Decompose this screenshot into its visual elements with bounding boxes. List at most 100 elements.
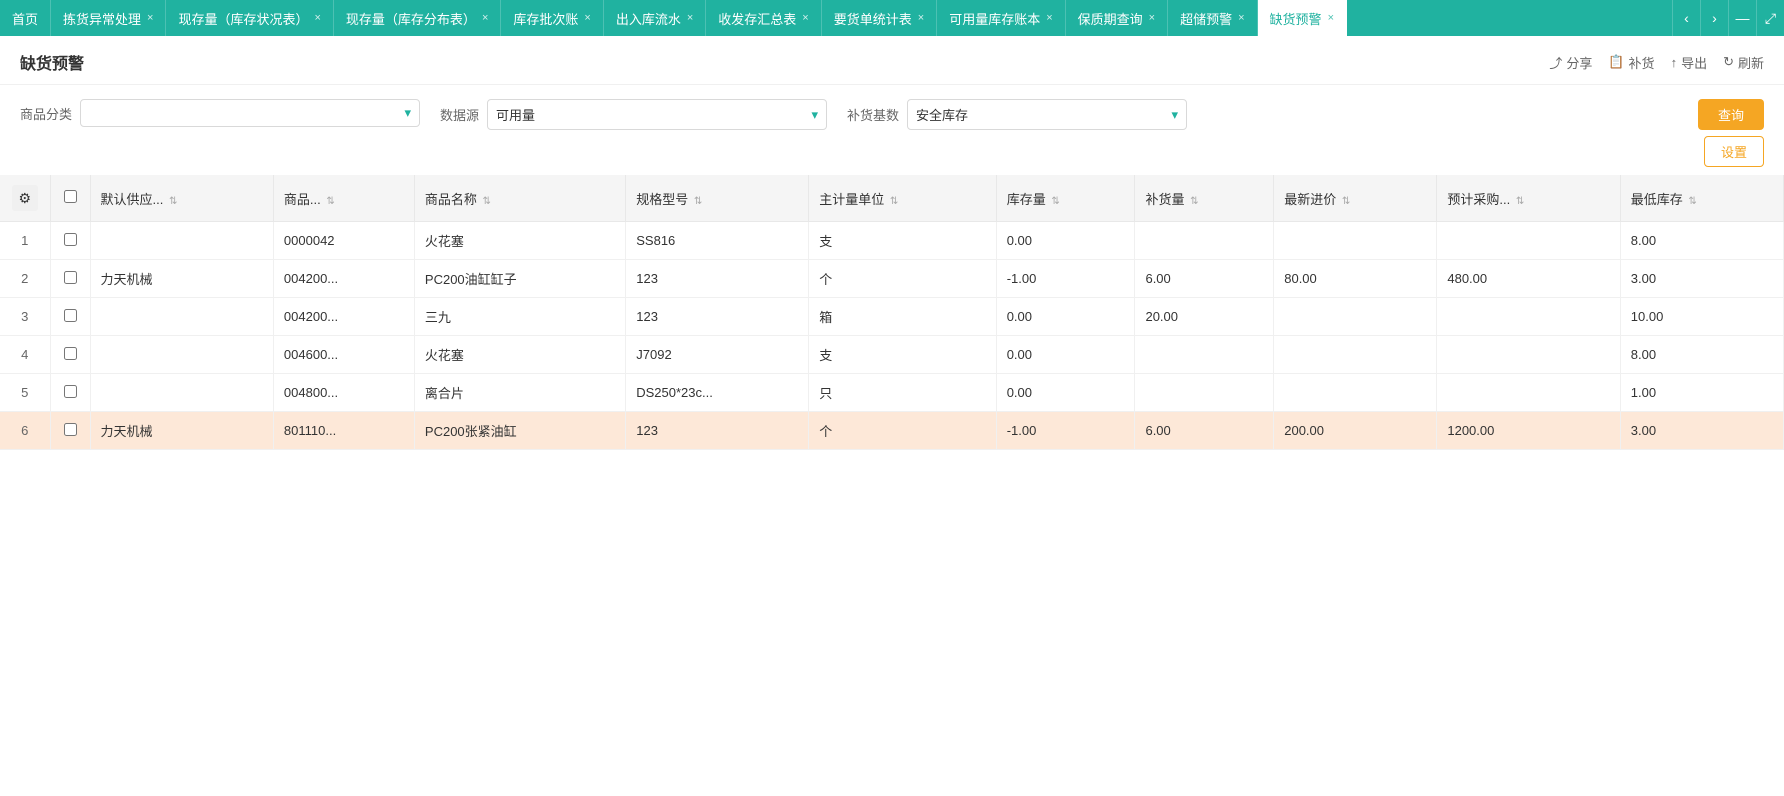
th-est-purchase[interactable]: 预计采购... ⇅ [1437,175,1620,222]
tab-shortage[interactable]: 缺货预警 × [1258,0,1347,36]
row-checkbox-1[interactable] [64,271,77,284]
th-product-code-label: 商品... [284,192,321,207]
cell-code-4: 004800... [273,374,414,412]
table-row: 6 力天机械 801110... PC200张紧油缸 123 个 -1.00 6… [0,412,1784,450]
cell-name-3: 火花塞 [414,336,625,374]
tab-close-shortage[interactable]: × [1328,12,1334,24]
th-min-stock[interactable]: 最低库存 ⇅ [1620,175,1783,222]
cell-spec-1: 123 [626,260,809,298]
table-row: 3 004200... 三九 123 箱 0.00 20.00 10.00 [0,298,1784,336]
refresh-button[interactable]: ↻ 刷新 [1723,53,1764,72]
th-replenish-qty-sort-icon: ⇅ [1190,196,1198,207]
tab-close-order-stats[interactable]: × [918,12,924,24]
export-button[interactable]: ↑ 导出 [1671,53,1708,72]
row-checkbox-0[interactable] [64,233,77,246]
base-select[interactable]: 安全库存 ▾ [907,99,1187,130]
th-supplier[interactable]: 默认供应... ⇅ [90,175,273,222]
tab-close-expiry-query[interactable]: × [1149,12,1155,24]
cell-cb-4[interactable] [50,374,90,412]
th-spec-label: 规格型号 [636,192,688,207]
tab-expiry-query[interactable]: 保质期查询 × [1066,0,1168,36]
base-dropdown-icon: ▾ [1172,107,1179,123]
th-product-code[interactable]: 商品... ⇅ [273,175,414,222]
cell-stock-3: 0.00 [996,336,1135,374]
tab-nav-minimize[interactable]: — [1728,0,1756,36]
tab-inventory-status[interactable]: 现存量（库存状况表） × [166,0,333,36]
tab-home[interactable]: 首页 [0,0,51,36]
cell-name-5: PC200张紧油缸 [414,412,625,450]
tab-close-inout-flow[interactable]: × [687,12,693,24]
cell-name-0: 火花塞 [414,222,625,260]
tab-overstock[interactable]: 超储预警 × [1168,0,1257,36]
category-select[interactable]: ▾ [80,99,420,127]
cell-code-0: 0000042 [273,222,414,260]
th-product-name[interactable]: 商品名称 ⇅ [414,175,625,222]
th-product-name-label: 商品名称 [425,192,477,207]
cell-replenish-4 [1135,374,1274,412]
cell-supplier-5: 力天机械 [90,412,273,450]
cell-no-5: 6 [0,412,50,450]
cell-latest-price-0 [1274,222,1437,260]
base-label: 补货基数 [847,105,899,124]
tab-inventory-dist[interactable]: 现存量（库存分布表） × [334,0,501,36]
row-checkbox-3[interactable] [64,347,77,360]
th-product-name-sort-icon: ⇅ [483,196,491,207]
tab-available-account[interactable]: 可用量库存账本 × [937,0,1065,36]
cell-name-1: PC200油缸缸子 [414,260,625,298]
replenish-icon: 📋 [1608,54,1624,70]
th-spec[interactable]: 规格型号 ⇅ [626,175,809,222]
cell-cb-0[interactable] [50,222,90,260]
th-replenish-qty[interactable]: 补货量 ⇅ [1135,175,1274,222]
tab-inout-flow[interactable]: 出入库流水 × [604,0,706,36]
tab-close-recv-summary[interactable]: × [802,12,808,24]
row-checkbox-4[interactable] [64,385,77,398]
cell-est-purchase-5: 1200.00 [1437,412,1620,450]
th-latest-price[interactable]: 最新进价 ⇅ [1274,175,1437,222]
tab-close-overstock[interactable]: × [1238,12,1244,24]
cell-replenish-2: 20.00 [1135,298,1274,336]
cell-min-stock-4: 1.00 [1620,374,1783,412]
cell-cb-5[interactable] [50,412,90,450]
tab-nav-prev[interactable]: ‹ [1672,0,1700,36]
select-all-checkbox[interactable] [64,190,77,203]
category-filter-group: 商品分类 ▾ [20,99,420,127]
cell-stock-1: -1.00 [996,260,1135,298]
tab-abnormal[interactable]: 拣货异常处理 × [51,0,166,36]
tab-close-batch-account[interactable]: × [584,12,590,24]
share-button[interactable]: ⤴ 分享 [1549,53,1592,72]
page-title: 缺货预警 [20,50,84,74]
tab-batch-account[interactable]: 库存批次账 × [501,0,603,36]
base-value: 安全库存 [916,105,968,124]
th-latest-price-label: 最新进价 [1284,192,1336,207]
row-checkbox-5[interactable] [64,423,77,436]
cell-min-stock-5: 3.00 [1620,412,1783,450]
cell-cb-2[interactable] [50,298,90,336]
table-row: 5 004800... 离合片 DS250*23c... 只 0.00 1.00 [0,374,1784,412]
datasource-select[interactable]: 可用量 ▾ [487,99,827,130]
category-label: 商品分类 [20,104,72,123]
tab-nav-maximize[interactable]: ⤢ [1756,0,1784,36]
cell-cb-3[interactable] [50,336,90,374]
tab-close-abnormal[interactable]: × [147,12,153,24]
th-est-purchase-label: 预计采购... [1447,192,1510,207]
cell-unit-1: 个 [809,260,997,298]
tab-close-inventory-dist[interactable]: × [482,12,488,24]
tab-nav-next[interactable]: › [1700,0,1728,36]
th-unit-sort-icon: ⇅ [890,196,898,207]
tab-close-inventory-status[interactable]: × [314,12,320,24]
cell-est-purchase-3 [1437,336,1620,374]
cell-supplier-1: 力天机械 [90,260,273,298]
th-unit[interactable]: 主计量单位 ⇅ [809,175,997,222]
tab-order-stats[interactable]: 要货单统计表 × [822,0,937,36]
settings-button[interactable]: 设置 [1704,136,1764,167]
row-checkbox-2[interactable] [64,309,77,322]
replenish-button[interactable]: 📋 补货 [1608,53,1654,72]
cell-latest-price-3 [1274,336,1437,374]
cell-supplier-2 [90,298,273,336]
gear-settings-button[interactable]: ⚙ [12,185,38,211]
th-stock[interactable]: 库存量 ⇅ [996,175,1135,222]
tab-close-available-account[interactable]: × [1046,12,1052,24]
tab-recv-summary[interactable]: 收发存汇总表 × [706,0,821,36]
query-button[interactable]: 查询 [1698,99,1764,130]
cell-cb-1[interactable] [50,260,90,298]
